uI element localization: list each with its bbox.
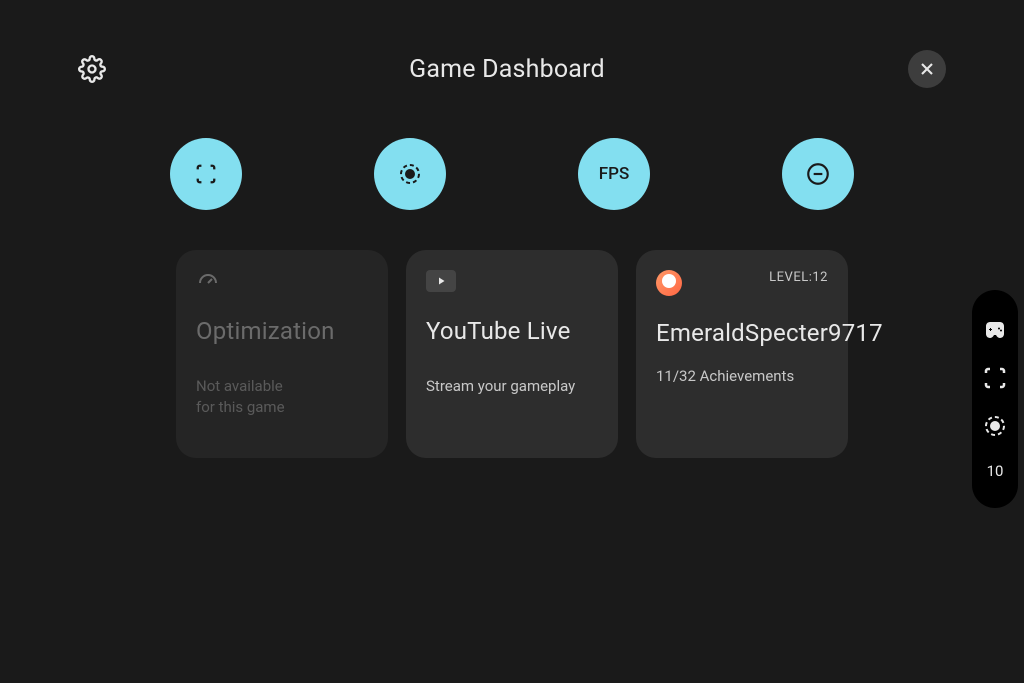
fps-label: FPS [599, 164, 630, 184]
level-badge: LEVEL:12 [769, 270, 828, 285]
optimization-card[interactable]: Optimization Not available for this game [176, 250, 388, 458]
record-button[interactable] [374, 138, 446, 210]
card-subtitle: 11/32 Achievements [656, 366, 828, 387]
dnd-button[interactable] [782, 138, 854, 210]
speedometer-icon [196, 270, 220, 294]
card-title: YouTube Live [426, 316, 598, 346]
side-panel: 10 [972, 290, 1018, 508]
quick-actions-row: FPS [0, 116, 1024, 232]
fps-button[interactable]: FPS [578, 138, 650, 210]
screenshot-button[interactable] [170, 138, 242, 210]
screenshot-side-icon[interactable] [983, 366, 1007, 390]
card-subtitle: Stream your gameplay [426, 376, 598, 397]
close-button[interactable] [908, 50, 946, 88]
youtube-icon [426, 270, 456, 292]
side-number: 10 [987, 462, 1004, 480]
youtube-live-card[interactable]: YouTube Live Stream your gameplay [406, 250, 618, 458]
avatar [656, 270, 682, 296]
record-side-icon[interactable] [983, 414, 1007, 438]
card-title: EmeraldSpecter9717 [656, 318, 828, 348]
cards-row: Optimization Not available for this game… [0, 232, 1024, 476]
settings-icon[interactable] [78, 55, 106, 83]
profile-card[interactable]: LEVEL:12 EmeraldSpecter9717 11/32 Achiev… [636, 250, 848, 458]
card-title: Optimization [196, 316, 368, 346]
gamepad-icon[interactable] [983, 318, 1007, 342]
page-title: Game Dashboard [409, 55, 605, 84]
card-subtitle: Not available for this game [196, 376, 368, 418]
